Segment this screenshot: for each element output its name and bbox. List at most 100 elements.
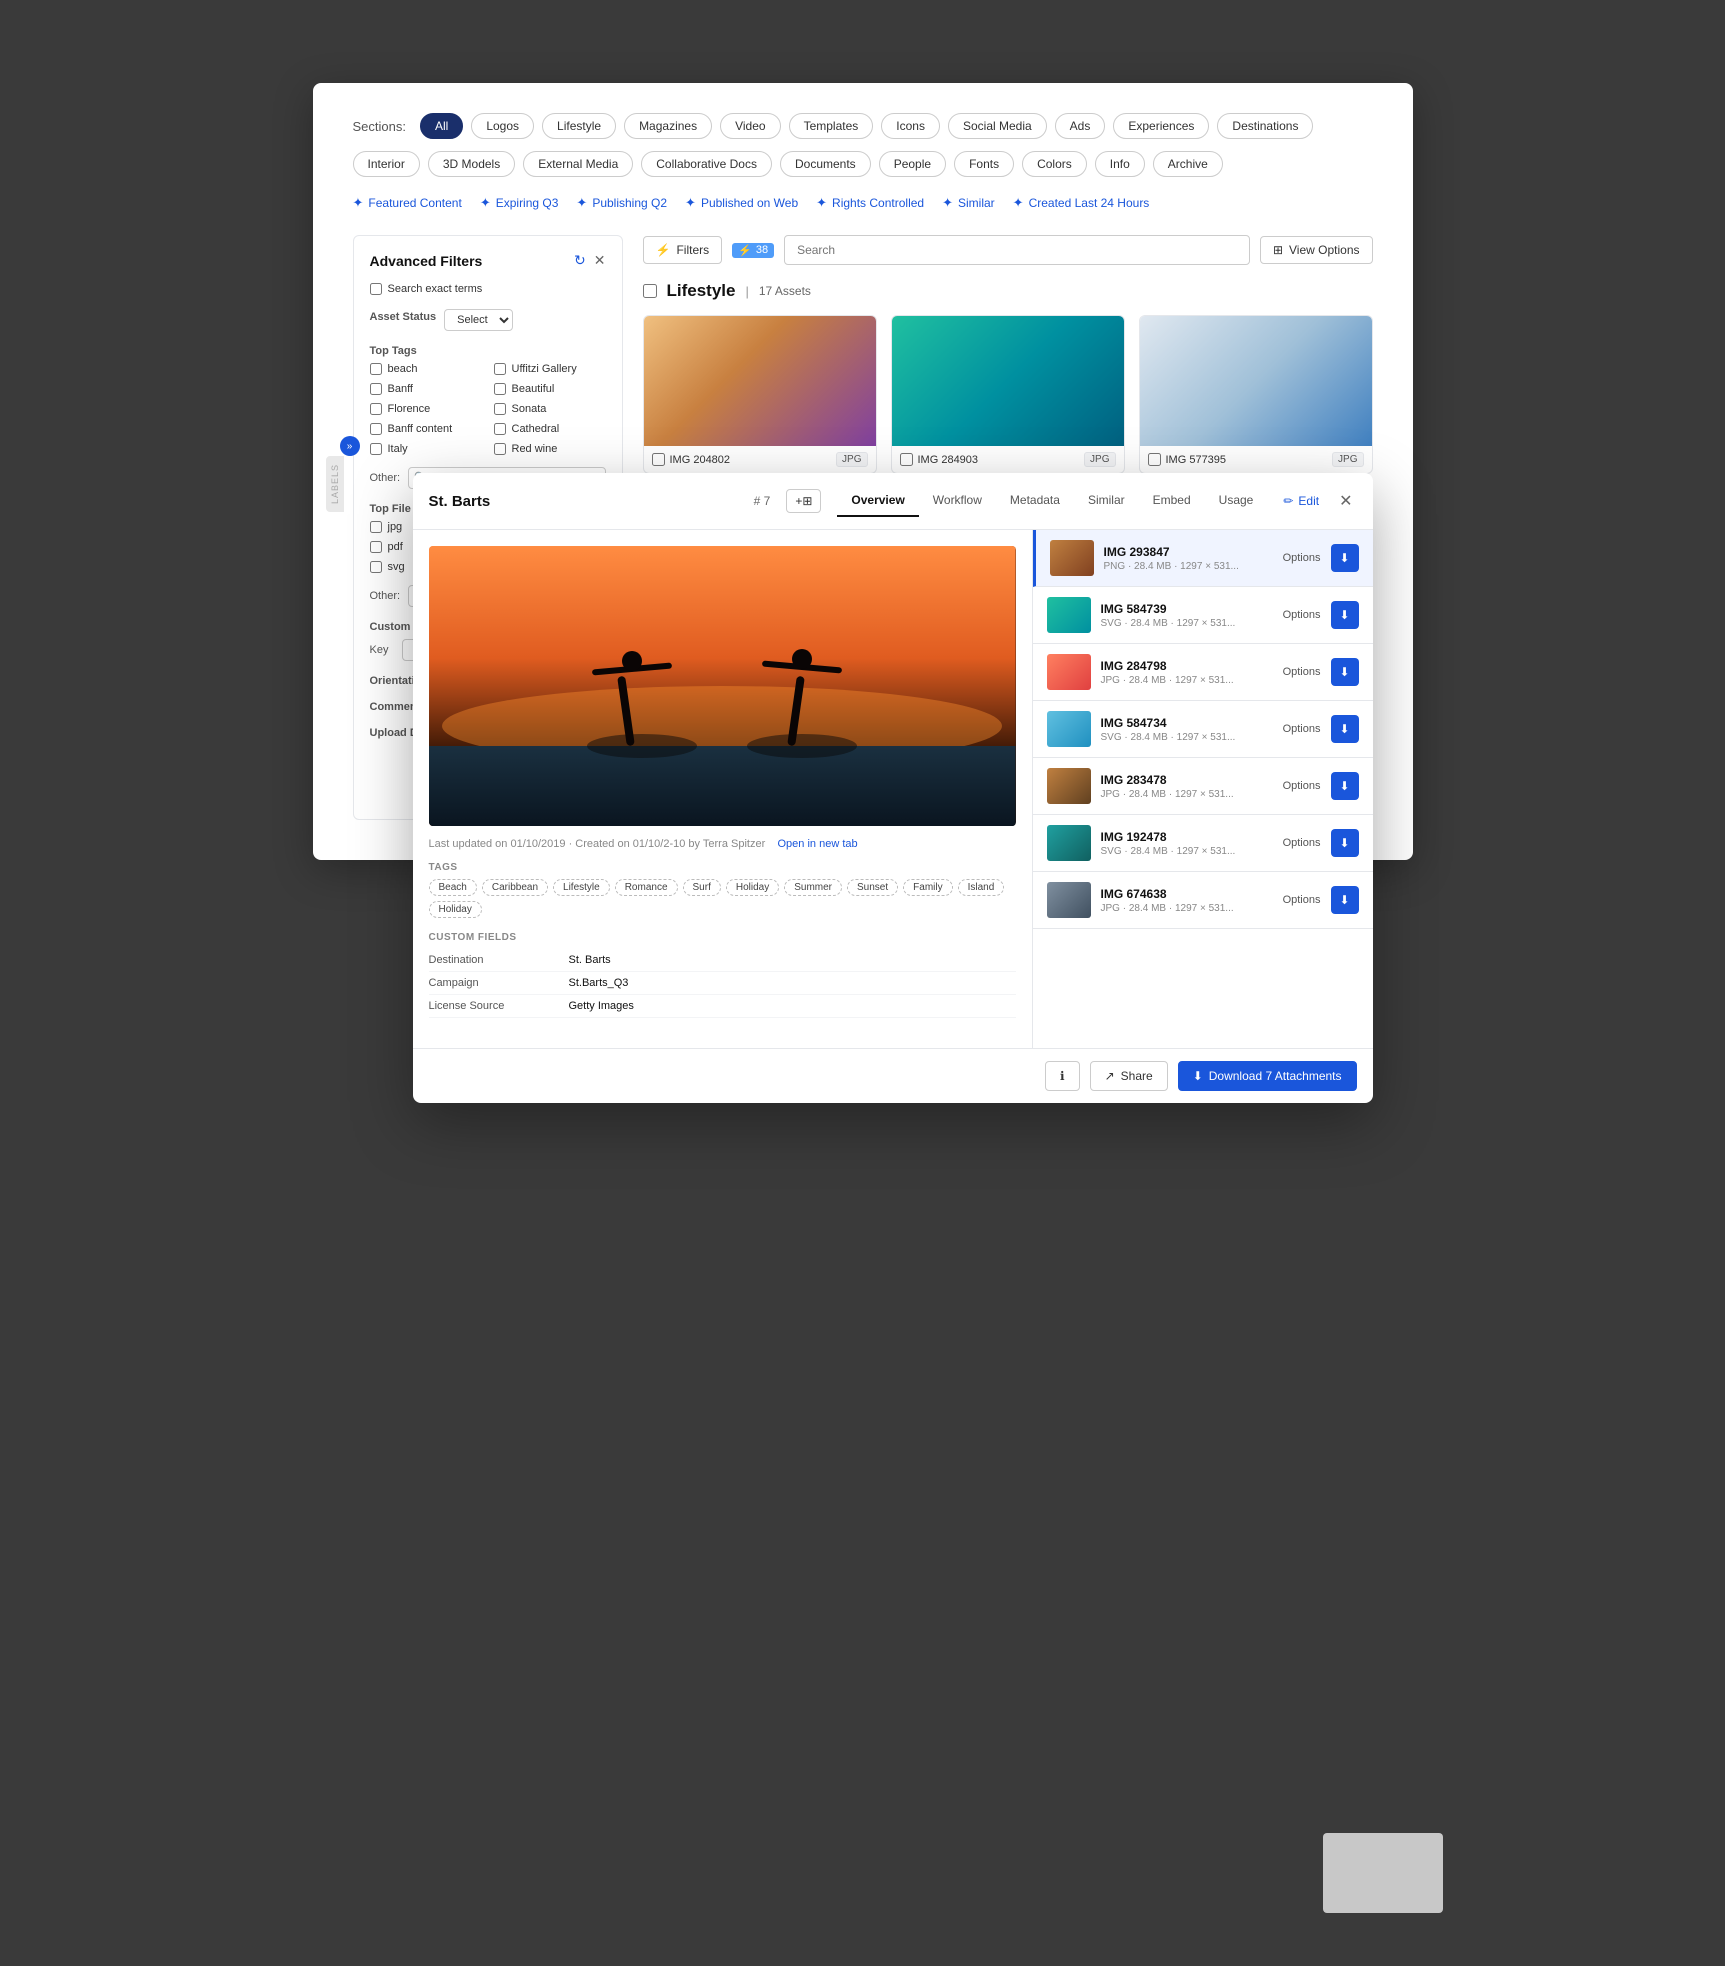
section-btn-lifestyle[interactable]: Lifestyle [542,113,616,139]
section-btn-archive[interactable]: Archive [1153,151,1223,177]
tag-pill[interactable]: Romance [615,879,678,896]
attachment-meta: SVG · 28.4 MB · 1297 × 531... [1101,732,1273,743]
view-options-button[interactable]: ⊞ View Options [1260,236,1373,264]
quick-filter-created-last-24-hours[interactable]: ✦Created Last 24 Hours [1013,195,1150,211]
quick-filter-featured-content[interactable]: ✦Featured Content [353,195,462,211]
attachment-item: IMG 192478 SVG · 28.4 MB · 1297 × 531...… [1033,815,1373,872]
tag-pill[interactable]: Island [958,879,1005,896]
tag-pill[interactable]: Surf [683,879,721,896]
collapse-arrow[interactable]: » [340,436,360,456]
tag-checkbox[interactable] [370,363,382,375]
asset-status-select[interactable]: Select [444,309,513,331]
attachment-options-link[interactable]: Options [1283,666,1321,678]
filetype-checkbox[interactable] [370,541,382,553]
section-btn-all[interactable]: All [420,113,463,139]
section-btn-external-media[interactable]: External Media [523,151,633,177]
open-new-tab-link[interactable]: Open in new tab [778,838,858,850]
tag-pill[interactable]: Caribbean [482,879,548,896]
attachment-download-btn[interactable]: ⬇ [1331,772,1359,800]
quick-filter-publishing-q2[interactable]: ✦ Publishing Q2 [576,195,667,211]
section-btn-fonts[interactable]: Fonts [954,151,1014,177]
tab-metadata[interactable]: Metadata [996,485,1074,517]
attachment-download-btn[interactable]: ⬇ [1331,544,1359,572]
tag-checkbox[interactable] [494,383,506,395]
attachment-options-link[interactable]: Options [1283,837,1321,849]
quick-filter-expiring-q3[interactable]: ✦Expiring Q3 [480,195,559,211]
edit-button[interactable]: ✏ Edit [1283,494,1319,508]
info-footer-btn[interactable]: ℹ [1045,1061,1080,1091]
quick-filter-rights-controlled[interactable]: ✦Rights Controlled [816,195,924,211]
section-btn-templates[interactable]: Templates [789,113,874,139]
tag-checkbox[interactable] [494,423,506,435]
modal-close-button[interactable]: ✕ [1335,491,1356,511]
section-btn-info[interactable]: Info [1095,151,1145,177]
asset-checkbox[interactable] [900,453,913,466]
quick-filter-icon: ✦ [576,195,587,211]
section-btn-interior[interactable]: Interior [353,151,420,177]
section-btn-colors[interactable]: Colors [1022,151,1087,177]
tab-embed[interactable]: Embed [1139,485,1205,517]
section-btn-icons[interactable]: Icons [881,113,940,139]
add-to-collection-btn[interactable]: +⊞ [786,489,821,513]
attachment-download-btn[interactable]: ⬇ [1331,886,1359,914]
tag-pill[interactable]: Sunset [847,879,898,896]
tag-checkbox[interactable] [494,403,506,415]
attachment-download-btn[interactable]: ⬇ [1331,829,1359,857]
tab-overview[interactable]: Overview [837,485,918,517]
tab-usage[interactable]: Usage [1205,485,1268,517]
asset-card[interactable]: IMG 284903 JPG [891,315,1125,474]
tag-checkbox[interactable] [370,403,382,415]
search-input[interactable] [784,235,1250,265]
section-btn-experiences[interactable]: Experiences [1113,113,1209,139]
filters-button[interactable]: ⚡ Filters [643,236,723,264]
attachment-download-btn[interactable]: ⬇ [1331,601,1359,629]
asset-card[interactable]: IMG 577395 JPG [1139,315,1373,474]
quick-filter-label: Publishing Q2 [592,196,667,210]
tag-pill[interactable]: Lifestyle [553,879,610,896]
filetype-checkbox[interactable] [370,521,382,533]
attachment-download-btn[interactable]: ⬇ [1331,658,1359,686]
attachment-options-link[interactable]: Options [1283,780,1321,792]
tag-checkbox[interactable] [370,443,382,455]
tag-checkbox[interactable] [370,383,382,395]
attachment-download-btn[interactable]: ⬇ [1331,715,1359,743]
attachment-options-link[interactable]: Options [1283,609,1321,621]
filters-refresh-icon[interactable]: ↻ [574,252,586,269]
section-btn-destinations[interactable]: Destinations [1217,113,1313,139]
section-btn-video[interactable]: Video [720,113,780,139]
asset-checkbox[interactable] [652,453,665,466]
quick-filter-similar[interactable]: ✦Similar [942,195,995,211]
section-btn-documents[interactable]: Documents [780,151,871,177]
attachment-options-link[interactable]: Options [1283,723,1321,735]
attachment-options-link[interactable]: Options [1283,552,1321,564]
tag-pill[interactable]: Holiday [726,879,779,896]
filters-close-icon[interactable]: ✕ [594,252,606,269]
tab-workflow[interactable]: Workflow [919,485,996,517]
tag-pill[interactable]: Family [903,879,952,896]
section-btn-3d-models[interactable]: 3D Models [428,151,515,177]
tag-pill[interactable]: Summer [784,879,842,896]
share-footer-btn[interactable]: ↗ Share [1090,1061,1168,1091]
download-footer-btn[interactable]: ⬇ Download 7 Attachments [1178,1061,1357,1091]
section-btn-collaborative-docs[interactable]: Collaborative Docs [641,151,772,177]
filetype-checkbox[interactable] [370,561,382,573]
asset-card[interactable]: IMG 204802 JPG [643,315,877,474]
tag-pill[interactable]: Beach [429,879,477,896]
tag-checkbox[interactable] [370,423,382,435]
section-btn-social-media[interactable]: Social Media [948,113,1047,139]
tab-similar[interactable]: Similar [1074,485,1139,517]
section-btn-magazines[interactable]: Magazines [624,113,712,139]
asset-checkbox[interactable] [1148,453,1161,466]
tag-pill[interactable]: Holiday [429,901,482,918]
section-btn-ads[interactable]: Ads [1055,113,1106,139]
attachment-options-link[interactable]: Options [1283,894,1321,906]
search-exact-checkbox[interactable] [370,283,382,295]
modal-title: St. Barts [429,493,738,510]
tag-checkbox[interactable] [494,443,506,455]
tag-checkbox[interactable] [494,363,506,375]
quick-filter-published-on-web[interactable]: ✦Published on Web [685,195,798,211]
section-select-all[interactable] [643,284,657,298]
section-btn-people[interactable]: People [879,151,946,177]
section-btn-logos[interactable]: Logos [471,113,534,139]
filter-count: 38 [756,244,768,256]
